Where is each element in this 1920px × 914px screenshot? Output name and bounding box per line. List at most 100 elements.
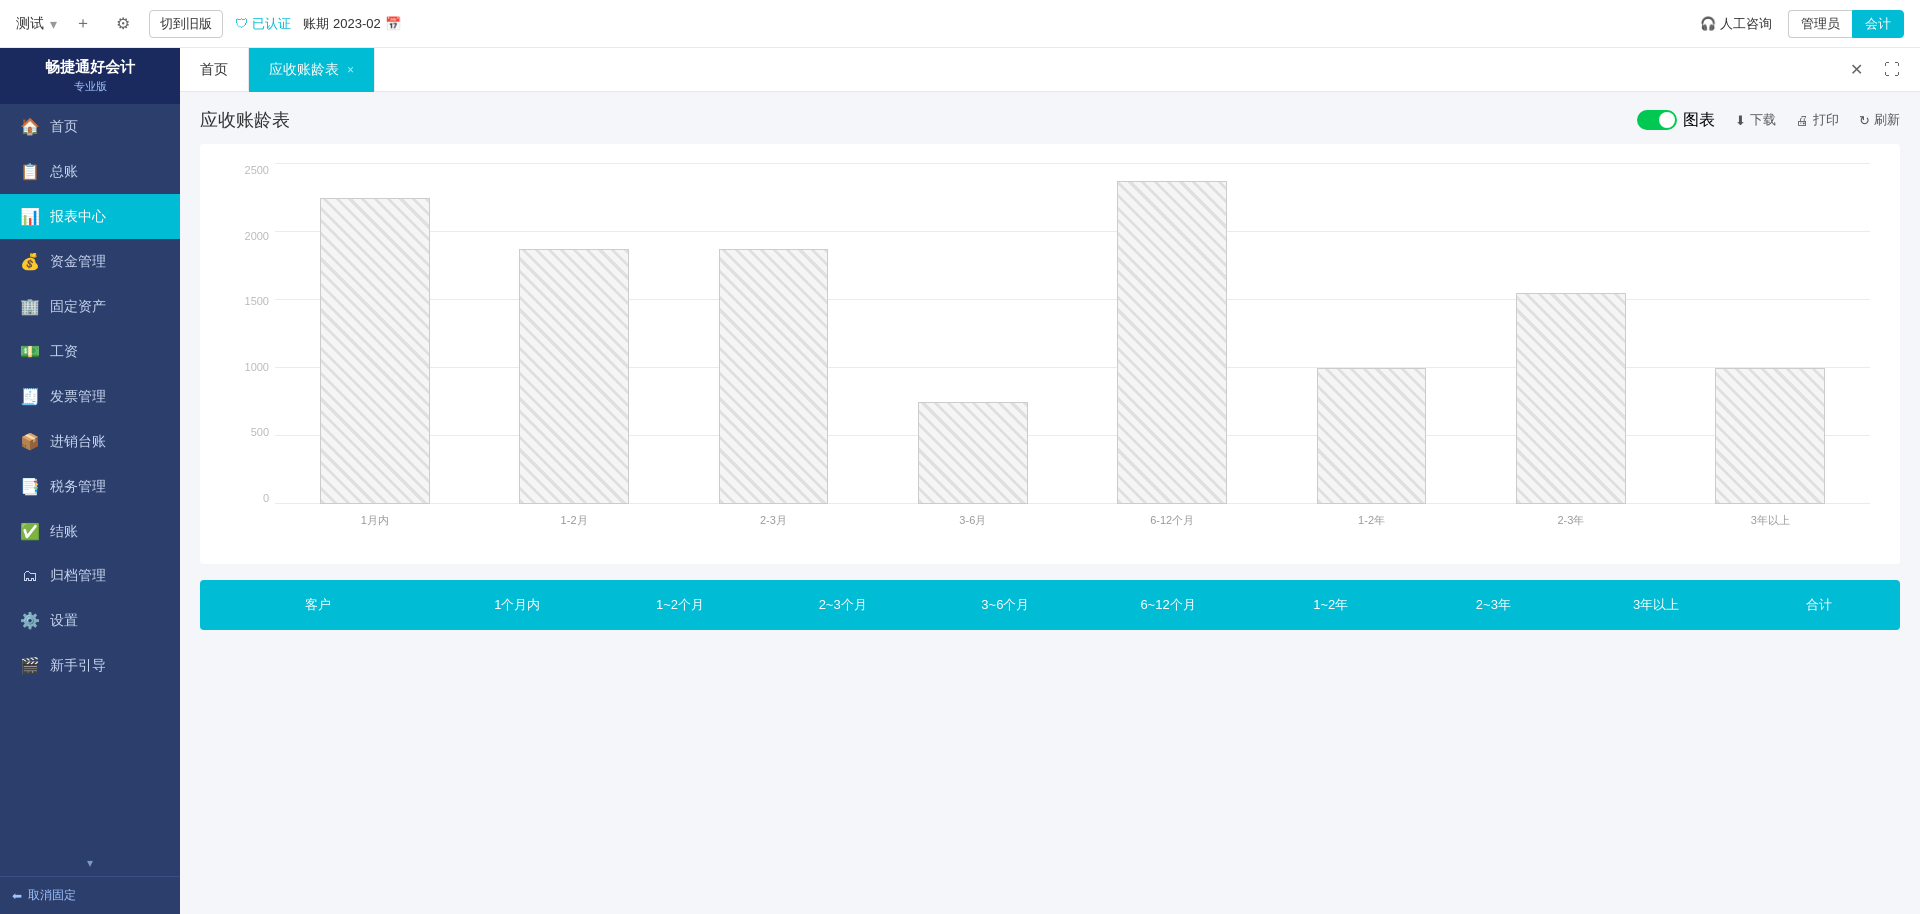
sidebar-item-总账[interactable]: 📋总账 — [0, 149, 180, 194]
tab-home[interactable]: 首页 — [180, 48, 249, 92]
sidebar: 畅捷通好会计 专业版 🏠首页📋总账📊报表中心💰资金管理🏢固定资产💵工资🧾发票管理… — [0, 48, 180, 914]
print-icon: 🖨 — [1796, 113, 1809, 128]
sidebar-item-发票管理[interactable]: 🧾发票管理 — [0, 374, 180, 419]
download-button[interactable]: ⬇ 下载 — [1735, 111, 1776, 129]
x-label-2-3年: 2-3年 — [1471, 506, 1670, 534]
bar-6-12个月 — [1117, 181, 1227, 504]
y-label-1000: 1000 — [245, 361, 269, 373]
bar-group-1-2年 — [1272, 164, 1471, 504]
accounting-period: 账期 2023-02 📅 — [303, 15, 401, 33]
sidebar-nav: 🏠首页📋总账📊报表中心💰资金管理🏢固定资产💵工资🧾发票管理📦进销台账📑税务管理✅… — [0, 104, 180, 850]
chart-bars-area — [275, 164, 1870, 504]
chart-container: 0 500 1000 1500 2000 2500 — [200, 144, 1900, 564]
x-label-6-12个月: 6-12个月 — [1073, 506, 1272, 534]
sidebar-item-报表中心[interactable]: 📊报表中心 — [0, 194, 180, 239]
tab-ar-aging[interactable]: 应收账龄表 × — [249, 48, 375, 92]
bar-group-1-2月 — [474, 164, 673, 504]
y-label-0: 0 — [263, 492, 269, 504]
sidebar-item-新手引导[interactable]: 🎬新手引导 — [0, 643, 180, 688]
bar-3年以上 — [1715, 368, 1825, 504]
sidebar-logo: 畅捷通好会计 专业版 — [0, 48, 180, 104]
sidebar-item-设置[interactable]: ⚙️设置 — [0, 598, 180, 643]
bar-group-2-3年 — [1471, 164, 1670, 504]
x-label-1月内: 1月内 — [275, 506, 474, 534]
project-chevron-icon[interactable]: ▾ — [50, 16, 57, 32]
app-edition: 专业版 — [74, 79, 107, 94]
chart-toggle-wrap: 图表 — [1637, 110, 1715, 131]
bar-2-3年 — [1516, 293, 1626, 504]
customer-service-button[interactable]: 🎧 人工咨询 — [1700, 15, 1772, 33]
report-header: 应收账龄表 图表 ⬇ 下载 🖨 打印 ↻ — [200, 108, 1900, 132]
download-icon: ⬇ — [1735, 113, 1746, 128]
sidebar-item-进销台账[interactable]: 📦进销台账 — [0, 419, 180, 464]
unpin-sidebar-button[interactable]: ⬅ 取消固定 — [0, 876, 180, 914]
sidebar-item-结账[interactable]: ✅结账 — [0, 509, 180, 554]
app-name: 畅捷通好会计 — [45, 58, 135, 77]
table-header-cell-4: 3~6个月 — [924, 580, 1087, 630]
sidebar-item-税务管理[interactable]: 📑税务管理 — [0, 464, 180, 509]
table-header-cell-0: 客户 — [200, 580, 436, 630]
table-header-cell-3: 2~3个月 — [761, 580, 924, 630]
tab-right-controls: ✕ ⛶ — [1840, 54, 1920, 86]
refresh-button[interactable]: ↻ 刷新 — [1859, 111, 1900, 129]
tab-bar: 首页 应收账龄表 × ✕ ⛶ — [180, 48, 1920, 92]
y-label-500: 500 — [251, 426, 269, 438]
headset-icon: 🎧 — [1700, 16, 1716, 31]
y-label-2500: 2500 — [245, 164, 269, 176]
bar-group-3-6月 — [873, 164, 1072, 504]
main-layout: 畅捷通好会计 专业版 🏠首页📋总账📊报表中心💰资金管理🏢固定资产💵工资🧾发票管理… — [0, 48, 1920, 914]
y-label-2000: 2000 — [245, 230, 269, 242]
sidebar-item-归档管理[interactable]: 🗂归档管理 — [0, 554, 180, 598]
x-label-3年以上: 3年以上 — [1671, 506, 1870, 534]
table-header-cell-2: 1~2个月 — [599, 580, 762, 630]
maximize-button[interactable]: ⛶ — [1876, 54, 1908, 86]
bar-group-6-12个月 — [1073, 164, 1272, 504]
sidebar-item-首页[interactable]: 🏠首页 — [0, 104, 180, 149]
chart-toggle-label: 图表 — [1683, 110, 1715, 131]
x-label-2-3月: 2-3月 — [674, 506, 873, 534]
report-title: 应收账龄表 — [200, 108, 290, 132]
manager-button[interactable]: 管理员 — [1788, 10, 1852, 38]
table-header-cell-1: 1个月内 — [436, 580, 599, 630]
add-button[interactable]: ＋ — [69, 10, 97, 38]
table-header-cell-8: 3年以上 — [1575, 580, 1738, 630]
switch-version-button[interactable]: 切到旧版 — [149, 10, 223, 38]
table-container: 客户1个月内1~2个月2~3个月3~6个月6~12个月1~2年2~3年3年以上合… — [200, 580, 1900, 630]
x-label-1-2年: 1-2年 — [1272, 506, 1471, 534]
top-header: 测试 ▾ ＋ ⚙ 切到旧版 🛡 已认证 账期 2023-02 📅 🎧 人工咨询 … — [0, 0, 1920, 48]
certified-badge: 🛡 已认证 — [235, 15, 291, 33]
user-buttons: 管理员 会计 — [1788, 10, 1904, 38]
table-header-cell-6: 1~2年 — [1249, 580, 1412, 630]
print-button[interactable]: 🖨 打印 — [1796, 111, 1839, 129]
x-label-1-2月: 1-2月 — [474, 506, 673, 534]
refresh-icon: ↻ — [1859, 113, 1870, 128]
bar-2-3月 — [719, 249, 829, 504]
chart-x-labels: 1月内1-2月2-3月3-6月6-12个月1-2年2-3年3年以上 — [275, 506, 1870, 534]
y-label-1500: 1500 — [245, 295, 269, 307]
settings-icon[interactable]: ⚙ — [109, 10, 137, 38]
bar-group-3年以上 — [1671, 164, 1870, 504]
unpin-icon: ⬅ — [12, 889, 22, 903]
sidebar-item-工资[interactable]: 💵工资 — [0, 329, 180, 374]
close-window-button[interactable]: ✕ — [1840, 54, 1872, 86]
bar-1月内 — [320, 198, 430, 504]
bar-1-2年 — [1317, 368, 1427, 504]
tab-close-icon[interactable]: × — [347, 63, 354, 77]
table-header-cell-7: 2~3年 — [1412, 580, 1575, 630]
chart-toggle[interactable] — [1637, 110, 1677, 130]
content-area: 首页 应收账龄表 × ✕ ⛶ 应收账龄表 图表 — [180, 48, 1920, 914]
accounting-button[interactable]: 会计 — [1852, 10, 1904, 38]
bar-1-2月 — [519, 249, 629, 504]
header-right: 🎧 人工咨询 管理员 会计 — [1700, 10, 1904, 38]
sidebar-scroll-down[interactable]: ▾ — [0, 850, 180, 876]
report-actions: 图表 ⬇ 下载 🖨 打印 ↻ 刷新 — [1637, 110, 1900, 131]
sidebar-item-固定资产[interactable]: 🏢固定资产 — [0, 284, 180, 329]
sidebar-item-资金管理[interactable]: 💰资金管理 — [0, 239, 180, 284]
bar-3-6月 — [918, 402, 1028, 504]
table-header-cell-5: 6~12个月 — [1087, 580, 1250, 630]
header-project: 测试 ▾ — [16, 15, 57, 33]
table-header: 客户1个月内1~2个月2~3个月3~6个月6~12个月1~2年2~3年3年以上合… — [200, 580, 1900, 630]
page-content: 应收账龄表 图表 ⬇ 下载 🖨 打印 ↻ — [180, 92, 1920, 914]
table-header-cell-9: 合计 — [1737, 580, 1900, 630]
calendar-icon[interactable]: 📅 — [385, 16, 401, 31]
